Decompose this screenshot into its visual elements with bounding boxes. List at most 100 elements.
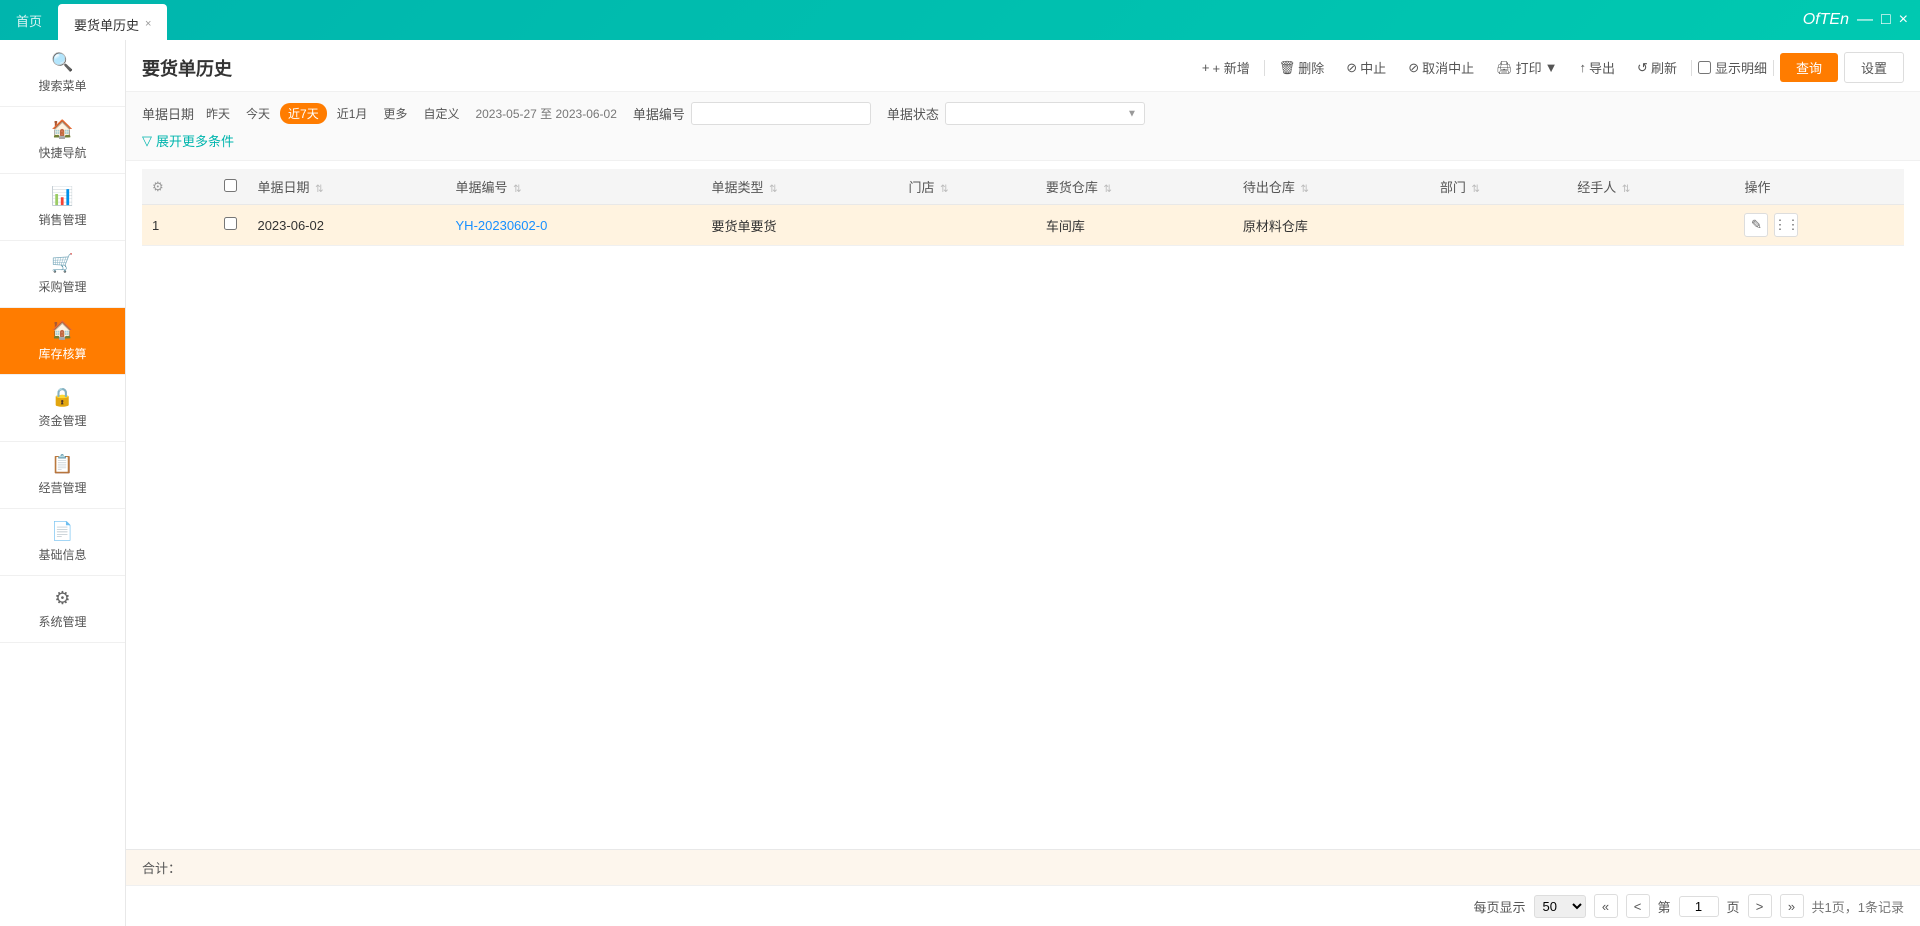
sidebar-item-basic-info[interactable]: 📄 基础信息 (0, 509, 125, 576)
sidebar-item-sales-mgmt[interactable]: 📊 销售管理 (0, 174, 125, 241)
settings-button[interactable]: 设置 (1844, 52, 1904, 83)
date-opt-more[interactable]: 更多 (377, 103, 413, 124)
window-close-icon[interactable]: × (1899, 11, 1908, 29)
display-detail-checkbox[interactable] (1698, 61, 1711, 74)
date-opt-custom[interactable]: 自定义 (417, 103, 465, 124)
store-sort-icon: ⇅ (940, 184, 948, 195)
sidebar-item-sys-mgmt[interactable]: ⚙ 系统管理 (0, 576, 125, 643)
first-page-btn[interactable]: « (1594, 894, 1618, 918)
basic-info-icon: 📄 (51, 521, 73, 542)
sidebar-item-search-menu[interactable]: 🔍 搜索菜单 (0, 40, 125, 107)
dept-sort-icon: ⇅ (1471, 184, 1479, 195)
refresh-button[interactable]: ↺ 刷新 (1629, 54, 1685, 81)
th-type[interactable]: 单据类型 ⇅ (701, 169, 898, 205)
table-settings-icon[interactable]: ⚙ (152, 179, 164, 194)
total-label: 合计： (142, 861, 181, 876)
page-number-input[interactable] (1679, 896, 1719, 917)
cell-store (898, 205, 1035, 246)
often-text: OfTEn (1803, 11, 1849, 29)
tab-home[interactable]: 首页 (0, 0, 58, 40)
th-store-label: 门店 (908, 180, 934, 195)
sidebar-label-inventory: 库存核算 (38, 345, 86, 362)
row-more-btn[interactable]: ⋮⋮ (1774, 213, 1798, 237)
th-handler-label: 经手人 (1577, 180, 1616, 195)
sidebar-item-finance-mgmt[interactable]: 🔒 资金管理 (0, 375, 125, 442)
export-icon: ↑ (1580, 60, 1587, 75)
sidebar-label-sales-mgmt: 销售管理 (38, 211, 86, 228)
print-dropdown-icon: ▼ (1545, 60, 1558, 75)
export-label: 导出 (1589, 58, 1615, 77)
select-all-checkbox[interactable] (224, 179, 237, 192)
export-button[interactable]: ↑ 导出 (1572, 54, 1624, 81)
stop-button[interactable]: ⊘ 中止 (1338, 54, 1394, 81)
date-opt-yesterday[interactable]: 昨天 (200, 103, 236, 124)
last-page-btn[interactable]: » (1780, 894, 1804, 918)
order-no-filter-group: 单据编号 (633, 102, 871, 125)
minimize-icon[interactable]: — (1857, 11, 1873, 29)
th-store[interactable]: 门店 ⇅ (898, 169, 1035, 205)
th-req-warehouse-label: 要货仓库 (1046, 180, 1098, 195)
expand-more-btn[interactable]: ▽ 展开更多条件 (142, 131, 1904, 150)
th-date[interactable]: 单据日期 ⇅ (247, 169, 445, 205)
sidebar-item-ops-mgmt[interactable]: 📋 经营管理 (0, 442, 125, 509)
query-button[interactable]: 查询 (1780, 53, 1838, 82)
delete-label: 删除 (1298, 58, 1324, 77)
date-options: 昨天 今天 近7天 近1月 更多 自定义 (200, 103, 465, 124)
row-edit-btn[interactable]: ✎ (1744, 213, 1768, 237)
th-req-warehouse[interactable]: 要货仓库 ⇅ (1036, 169, 1233, 205)
sidebar-item-purchase-mgmt[interactable]: 🛒 采购管理 (0, 241, 125, 308)
date-label: 单据日期 (142, 104, 194, 123)
new-icon: + (1202, 60, 1210, 75)
th-wait-warehouse[interactable]: 待出仓库 ⇅ (1233, 169, 1430, 205)
th-date-label: 单据日期 (257, 180, 309, 195)
cell-wait-warehouse: 原材料仓库 (1233, 205, 1430, 246)
print-button[interactable]: 🖨 打印 ▼ (1488, 54, 1565, 81)
print-icon: 🖨 (1496, 60, 1513, 76)
sidebar-label-purchase-mgmt: 采购管理 (38, 278, 86, 295)
maximize-icon[interactable]: □ (1881, 11, 1891, 29)
quick-nav-icon: 🏠 (51, 119, 73, 140)
filter-row: 单据日期 昨天 今天 近7天 近1月 更多 自定义 2023-05-27 至 2… (142, 102, 1904, 125)
table-header-row: ⚙ 单据日期 ⇅ 单据编号 ⇅ 单据类型 ⇅ (142, 169, 1904, 205)
date-opt-today[interactable]: 今天 (240, 103, 276, 124)
date-opt-7days[interactable]: 近7天 (280, 103, 327, 124)
top-bar-right: OfTEn — □ × (1803, 11, 1920, 29)
stop-icon: ⊘ (1346, 60, 1357, 76)
th-settings[interactable]: ⚙ (142, 169, 214, 205)
display-detail-btn[interactable]: 显示明细 (1698, 58, 1767, 77)
next-page-btn[interactable]: > (1748, 894, 1772, 918)
prev-page-btn[interactable]: < (1626, 894, 1650, 918)
expand-icon: ▽ (142, 133, 152, 149)
page-label: 页 (1727, 897, 1740, 916)
cell-checkbox (214, 205, 247, 246)
th-actions-label: 操作 (1744, 180, 1770, 195)
finance-mgmt-icon: 🔒 (51, 387, 73, 408)
th-dept[interactable]: 部门 ⇅ (1430, 169, 1567, 205)
table-row: 1 2023-06-02 YH-20230602-0 要货单要货 车间库 原材料… (142, 205, 1904, 246)
page-size-label: 每页显示 (1473, 897, 1525, 916)
cancel-stop-button[interactable]: ⊘ 取消中止 (1400, 54, 1482, 81)
close-tab-icon[interactable]: × (145, 18, 151, 30)
status-select[interactable] (945, 102, 1145, 125)
date-opt-1month[interactable]: 近1月 (331, 103, 374, 124)
th-handler[interactable]: 经手人 ⇅ (1567, 169, 1734, 205)
sidebar-label-search-menu: 搜索菜单 (38, 77, 86, 94)
sidebar-label-sys-mgmt: 系统管理 (38, 613, 86, 630)
sidebar-item-inventory[interactable]: 🏠 库存核算 (0, 308, 125, 375)
th-actions: 操作 (1734, 169, 1904, 205)
th-order-no[interactable]: 单据编号 ⇅ (446, 169, 702, 205)
cell-row-no: 1 (142, 205, 214, 246)
sidebar-item-quick-nav[interactable]: 🏠 快捷导航 (0, 107, 125, 174)
new-button[interactable]: + + 新增 (1194, 54, 1258, 81)
row-checkbox[interactable] (224, 217, 237, 230)
purchase-mgmt-icon: 🛒 (51, 253, 73, 274)
order-no-link[interactable]: YH-20230602-0 (456, 218, 548, 233)
order-no-input[interactable] (691, 102, 871, 125)
sys-mgmt-icon: ⚙ (54, 588, 70, 609)
tab-order-history[interactable]: 要货单历史 × (58, 4, 167, 44)
divider-1 (1264, 60, 1265, 76)
req-warehouse-sort-icon: ⇅ (1104, 184, 1112, 195)
page-size-select[interactable]: 50 100 200 (1534, 895, 1586, 918)
display-detail-label: 显示明细 (1715, 58, 1767, 77)
delete-button[interactable]: 🗑 删除 (1271, 54, 1333, 81)
